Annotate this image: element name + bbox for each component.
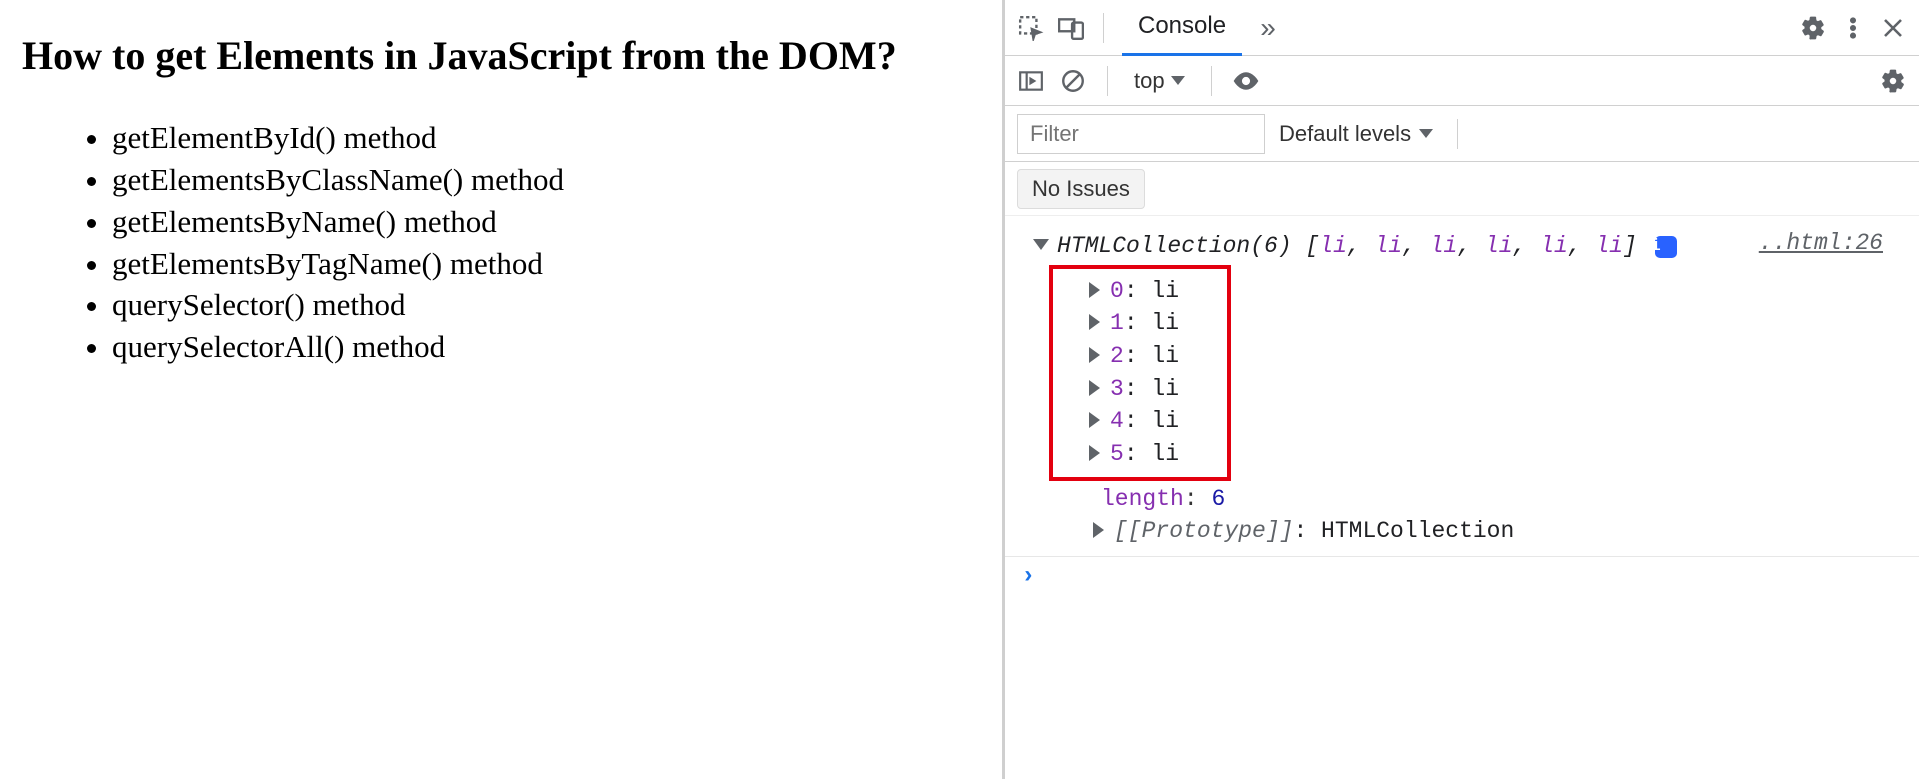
chevron-down-icon <box>1419 129 1433 138</box>
disclosure-triangle-closed-icon[interactable] <box>1093 522 1104 538</box>
prompt-chevron-icon: › <box>1021 563 1035 590</box>
console-settings-gear-icon[interactable] <box>1879 67 1907 95</box>
list-item: getElementById() method <box>112 117 980 159</box>
execution-context-select[interactable]: top <box>1128 68 1191 94</box>
object-entry[interactable]: 0: li <box>1053 275 1179 308</box>
element-picker-icon[interactable] <box>1017 14 1045 42</box>
list-item: querySelector() method <box>112 284 980 326</box>
devtools-toolbar-issues: No Issues <box>1005 162 1919 216</box>
sep: , <box>1457 233 1485 259</box>
object-token: li <box>1430 233 1458 259</box>
object-entry[interactable]: 5: li <box>1053 438 1179 471</box>
clear-console-icon[interactable] <box>1059 67 1087 95</box>
devtools-toolbar-filter: Default levels <box>1005 106 1919 162</box>
object-entry[interactable]: 2: li <box>1053 340 1179 373</box>
console-filter-input[interactable] <box>1017 114 1265 154</box>
devtools-toolbar-main: Console » <box>1005 0 1919 56</box>
object-token: li <box>1485 233 1513 259</box>
object-entry[interactable]: 3: li <box>1053 373 1179 406</box>
console-prompt[interactable]: › <box>1005 556 1919 596</box>
highlighted-entries-box: 0: li 1: li 2: li 3: li 4: li 5: li <box>1049 265 1231 481</box>
execution-context-label: top <box>1134 68 1165 94</box>
bracket-open: [ <box>1305 233 1319 259</box>
kebab-menu-icon[interactable] <box>1839 14 1867 42</box>
console-sidebar-toggle-icon[interactable] <box>1017 67 1045 95</box>
disclosure-triangle-closed-icon[interactable] <box>1089 347 1100 363</box>
methods-list: getElementById() method getElementsByCla… <box>22 117 980 368</box>
close-icon[interactable] <box>1879 14 1907 42</box>
disclosure-triangle-closed-icon[interactable] <box>1089 282 1100 298</box>
log-levels-select[interactable]: Default levels <box>1279 121 1433 147</box>
console-output: ..html:26 HTMLCollection(6) [li, li, li,… <box>1005 216 1919 779</box>
tab-console[interactable]: Console <box>1122 0 1242 56</box>
gear-icon[interactable] <box>1799 14 1827 42</box>
more-tabs-icon[interactable]: » <box>1254 14 1282 42</box>
disclosure-triangle-closed-icon[interactable] <box>1089 412 1100 428</box>
object-token: li <box>1374 233 1402 259</box>
object-entry[interactable]: 1: li <box>1053 307 1179 340</box>
source-link[interactable]: ..html:26 <box>1759 230 1883 256</box>
info-icon[interactable]: i <box>1655 236 1677 258</box>
list-item: getElementsByTagName() method <box>112 243 980 285</box>
list-item: getElementsByClassName() method <box>112 159 980 201</box>
sep: , <box>1513 233 1541 259</box>
object-token: li <box>1595 233 1623 259</box>
object-prototype[interactable]: [[Prototype]]: HTMLCollection <box>1057 515 1919 548</box>
no-issues-button[interactable]: No Issues <box>1017 169 1145 209</box>
chevron-down-icon <box>1171 76 1185 85</box>
live-expression-eye-icon[interactable] <box>1232 67 1260 95</box>
list-item: getElementsByName() method <box>112 201 980 243</box>
object-entry[interactable]: 4: li <box>1053 405 1179 438</box>
page-title: How to get Elements in JavaScript from t… <box>22 32 980 79</box>
console-object[interactable]: HTMLCollection(6) [li, li, li, li, li, l… <box>1005 230 1919 548</box>
object-type: HTMLCollection(6) <box>1057 233 1292 259</box>
devtools-panel: Console » top <box>1003 0 1919 779</box>
disclosure-triangle-closed-icon[interactable] <box>1089 380 1100 396</box>
list-item: querySelectorAll() method <box>112 326 980 368</box>
sep: , <box>1568 233 1596 259</box>
object-token: li <box>1540 233 1568 259</box>
disclosure-triangle-closed-icon[interactable] <box>1089 314 1100 330</box>
sep: , <box>1402 233 1430 259</box>
object-token: li <box>1319 233 1347 259</box>
object-length: length: 6 <box>1057 483 1919 516</box>
disclosure-triangle-closed-icon[interactable] <box>1089 445 1100 461</box>
devtools-toolbar-console: top <box>1005 56 1919 106</box>
device-toggle-icon[interactable] <box>1057 14 1085 42</box>
bracket-close: ] <box>1623 233 1637 259</box>
disclosure-triangle-open-icon[interactable] <box>1033 239 1049 250</box>
log-levels-label: Default levels <box>1279 121 1411 147</box>
web-page-panel: How to get Elements in JavaScript from t… <box>0 0 1003 779</box>
sep: , <box>1347 233 1375 259</box>
